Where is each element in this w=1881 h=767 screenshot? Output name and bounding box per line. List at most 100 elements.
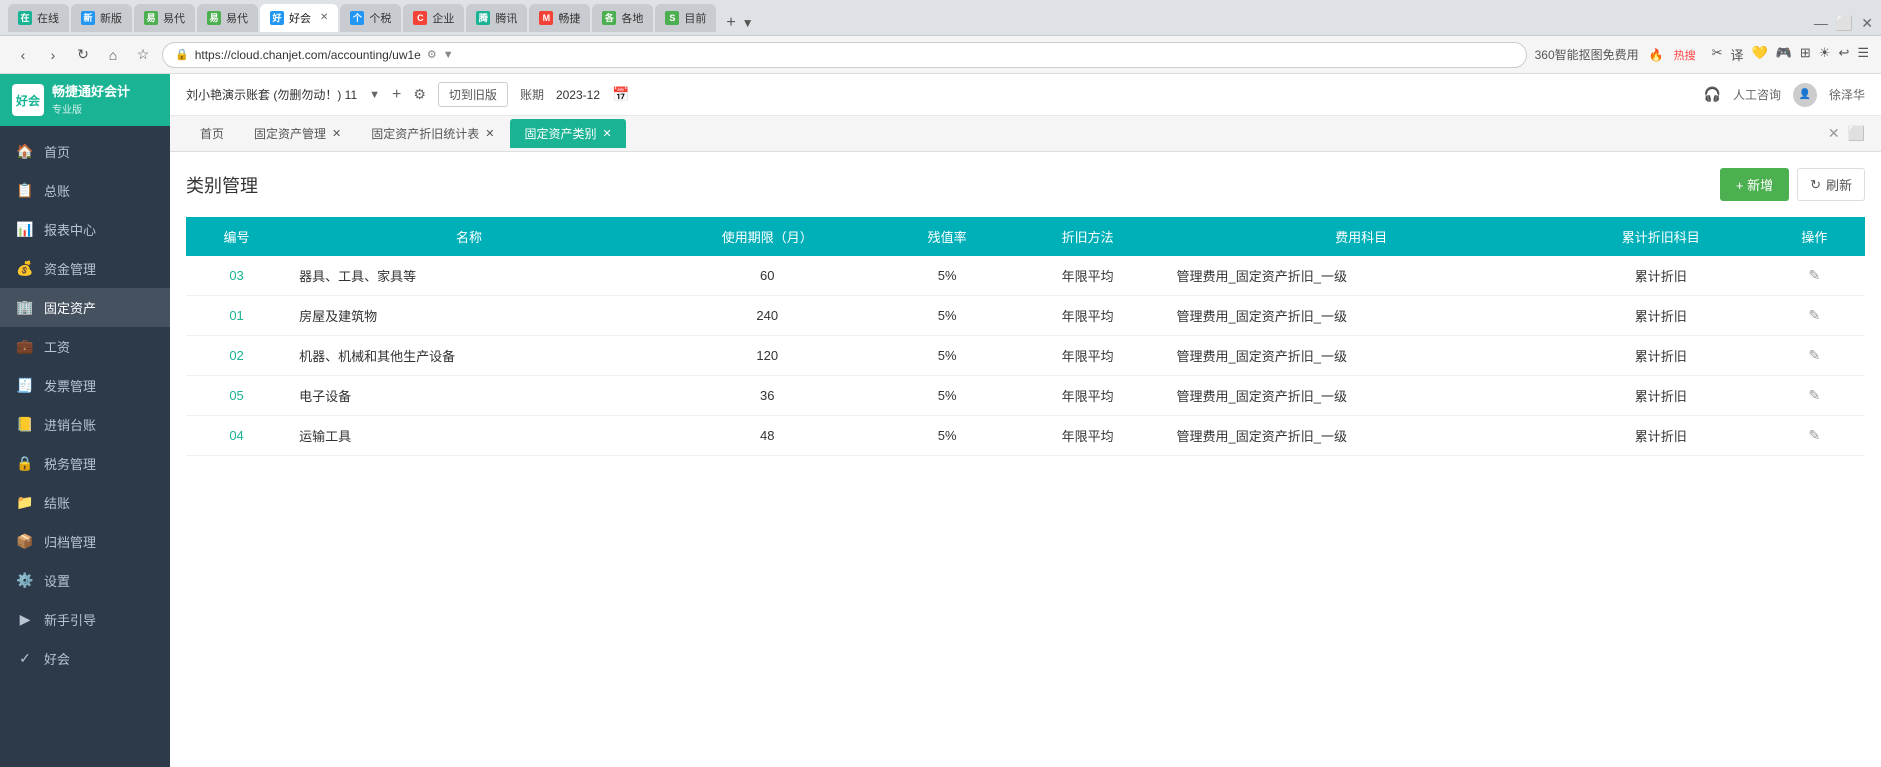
site-settings-icon[interactable]: ⚙ xyxy=(427,48,437,61)
finance-icon: 💰 xyxy=(16,260,34,277)
inner-expand-icon[interactable]: ⬜ xyxy=(1848,125,1865,142)
invoice-icon: 🧾 xyxy=(16,377,34,394)
sidebar-item-invoice[interactable]: 🧾 发票管理 xyxy=(0,366,170,405)
tab-icon-10: S xyxy=(665,11,679,25)
tab-depreciation-close[interactable]: ✕ xyxy=(485,127,494,140)
tab-icon-3: 易 xyxy=(207,11,221,25)
table-header: 编号 名称 使用期限（月） 残值率 折旧方法 费用科目 累计折旧科目 操作 xyxy=(186,217,1865,256)
sidebar-item-home[interactable]: 🏠 首页 xyxy=(0,132,170,171)
address-bar[interactable]: 🔒 https://cloud.chanjet.com/accounting/u… xyxy=(162,42,1527,68)
tab-close-4[interactable]: ✕ xyxy=(320,12,328,23)
new-tab-btn[interactable]: + xyxy=(726,14,735,32)
refresh-btn[interactable]: ↻ 刷新 xyxy=(1797,168,1865,201)
add-period-btn[interactable]: + xyxy=(392,86,401,104)
browser-tab-4[interactable]: 好 好会 ✕ xyxy=(260,4,338,32)
user-label: 刘小艳演示账套 (勿删勿动！) 11 xyxy=(186,86,357,103)
sidebar-label-extra: 好会 xyxy=(44,649,70,668)
table-header-row: 编号 名称 使用期限（月） 残值率 折旧方法 费用科目 累计折旧科目 操作 xyxy=(186,217,1865,256)
stock-icon: 📒 xyxy=(16,416,34,433)
wallet-tool[interactable]: 💛 xyxy=(1752,45,1768,64)
tab-home-label: 首页 xyxy=(200,125,224,142)
edit-btn-2[interactable]: ✎ xyxy=(1809,347,1821,363)
star-btn[interactable]: ☆ xyxy=(132,44,154,66)
game-tool[interactable]: 🎮 xyxy=(1776,45,1792,64)
cell-name: 器具、工具、家具等 xyxy=(287,256,651,296)
edit-btn-4[interactable]: ✎ xyxy=(1809,427,1821,443)
edit-btn-3[interactable]: ✎ xyxy=(1809,387,1821,403)
back-btn[interactable]: ‹ xyxy=(12,44,34,66)
consult-label[interactable]: 人工咨询 xyxy=(1733,86,1781,103)
add-category-btn[interactable]: + 新增 xyxy=(1720,168,1789,201)
maximize-btn[interactable]: ⬜ xyxy=(1836,15,1853,32)
grid-tool[interactable]: ⊞ xyxy=(1800,45,1811,64)
search-label: 360智能抠图免费用 xyxy=(1535,46,1639,63)
browser-tab-10[interactable]: S 目前 xyxy=(655,4,716,32)
sidebar-menu: 🏠 首页 📋 总账 📊 报表中心 💰 资金管理 🏢 固定资产 💼 工资 xyxy=(0,126,170,767)
dropdown-icon[interactable]: ▼ xyxy=(369,89,380,101)
reload-btn[interactable]: ↻ xyxy=(72,44,94,66)
browser-tab-3[interactable]: 易 易代 xyxy=(197,4,258,32)
settings-tool[interactable]: ☀ xyxy=(1819,45,1831,64)
tab-category[interactable]: 固定资产类别 ✕ xyxy=(510,119,625,148)
minimize-btn[interactable]: — xyxy=(1814,15,1828,31)
cell-period: 48 xyxy=(651,416,884,456)
expand-icon[interactable]: ▼ xyxy=(443,49,454,61)
home-btn[interactable]: ⌂ xyxy=(102,44,124,66)
sidebar-item-close[interactable]: 📁 结账 xyxy=(0,483,170,522)
browser-tab-2[interactable]: 易 易代 xyxy=(134,4,195,32)
cell-method: 年限平均 xyxy=(1011,256,1165,296)
sidebar-label-invoice: 发票管理 xyxy=(44,376,96,395)
assets-icon: 🏢 xyxy=(16,299,34,316)
tab-depreciation[interactable]: 固定资产折旧统计表 ✕ xyxy=(357,119,508,148)
sidebar-item-guide[interactable]: ▶ 新手引导 xyxy=(0,600,170,639)
cell-action: ✎ xyxy=(1764,376,1865,416)
browser-tab-0[interactable]: 在 在线 xyxy=(8,4,69,32)
period-settings-btn[interactable]: ⚙ xyxy=(413,86,426,103)
sidebar: 好会 畅捷通好会计 专业版 🏠 首页 📋 总账 📊 报表中心 💰 资金管理 xyxy=(0,74,170,767)
tax-icon: 🔒 xyxy=(16,455,34,472)
ssl-icon: 🔒 xyxy=(175,48,189,61)
translate-tool[interactable]: 译 xyxy=(1730,45,1743,64)
cut-tool[interactable]: ✂ xyxy=(1712,45,1723,64)
topbar: 刘小艳演示账套 (勿删勿动！) 11 ▼ + ⚙ 切到旧版 账期 2023-12… xyxy=(170,74,1881,116)
cell-period: 240 xyxy=(651,296,884,336)
extra-icon: ✓ xyxy=(16,650,34,667)
sidebar-item-stock[interactable]: 📒 进销台账 xyxy=(0,405,170,444)
tab-category-close[interactable]: ✕ xyxy=(603,127,612,140)
menu-tool[interactable]: ☰ xyxy=(1857,45,1869,64)
close-btn[interactable]: ✕ xyxy=(1861,15,1873,32)
cell-residual: 5% xyxy=(883,256,1010,296)
tab-home[interactable]: 首页 xyxy=(186,119,238,148)
browser-tab-1[interactable]: 新 新版 xyxy=(71,4,132,32)
sidebar-item-extra[interactable]: ✓ 好会 xyxy=(0,639,170,678)
sidebar-item-finance[interactable]: 💰 资金管理 xyxy=(0,249,170,288)
calendar-icon[interactable]: 📅 xyxy=(612,86,629,103)
sidebar-label-ledger: 总账 xyxy=(44,181,70,200)
cell-expense: 管理费用_固定资产折旧_一级 xyxy=(1165,256,1558,296)
tab-menu-btn[interactable]: ▼ xyxy=(742,16,754,30)
edit-btn-1[interactable]: ✎ xyxy=(1809,307,1821,323)
cell-action: ✎ xyxy=(1764,296,1865,336)
sidebar-item-payroll[interactable]: 💼 工资 xyxy=(0,327,170,366)
sidebar-item-settings[interactable]: ⚙️ 设置 xyxy=(0,561,170,600)
browser-tab-8[interactable]: M 畅捷 xyxy=(529,4,590,32)
sidebar-label-reports: 报表中心 xyxy=(44,220,96,239)
tab-label-10: 目前 xyxy=(684,10,706,26)
switch-version-btn[interactable]: 切到旧版 xyxy=(438,82,508,107)
sidebar-item-assets[interactable]: 🏢 固定资产 xyxy=(0,288,170,327)
tab-label-0: 在线 xyxy=(37,10,59,26)
forward-btn[interactable]: › xyxy=(42,44,64,66)
edit-btn-0[interactable]: ✎ xyxy=(1809,267,1821,283)
sidebar-item-reports[interactable]: 📊 报表中心 xyxy=(0,210,170,249)
history-tool[interactable]: ↩ xyxy=(1838,45,1849,64)
tab-asset-mgmt[interactable]: 固定资产管理 ✕ xyxy=(240,119,355,148)
sidebar-item-archive[interactable]: 📦 归档管理 xyxy=(0,522,170,561)
sidebar-item-ledger[interactable]: 📋 总账 xyxy=(0,171,170,210)
tab-asset-mgmt-close[interactable]: ✕ xyxy=(332,127,341,140)
inner-close-icon[interactable]: ✕ xyxy=(1828,125,1840,142)
browser-tab-6[interactable]: C 企业 xyxy=(403,4,464,32)
browser-tab-5[interactable]: 个 个税 xyxy=(340,4,401,32)
sidebar-item-tax[interactable]: 🔒 税务管理 xyxy=(0,444,170,483)
browser-tab-9[interactable]: 各 各地 xyxy=(592,4,653,32)
browser-tab-7[interactable]: 腾 腾讯 xyxy=(466,4,527,32)
